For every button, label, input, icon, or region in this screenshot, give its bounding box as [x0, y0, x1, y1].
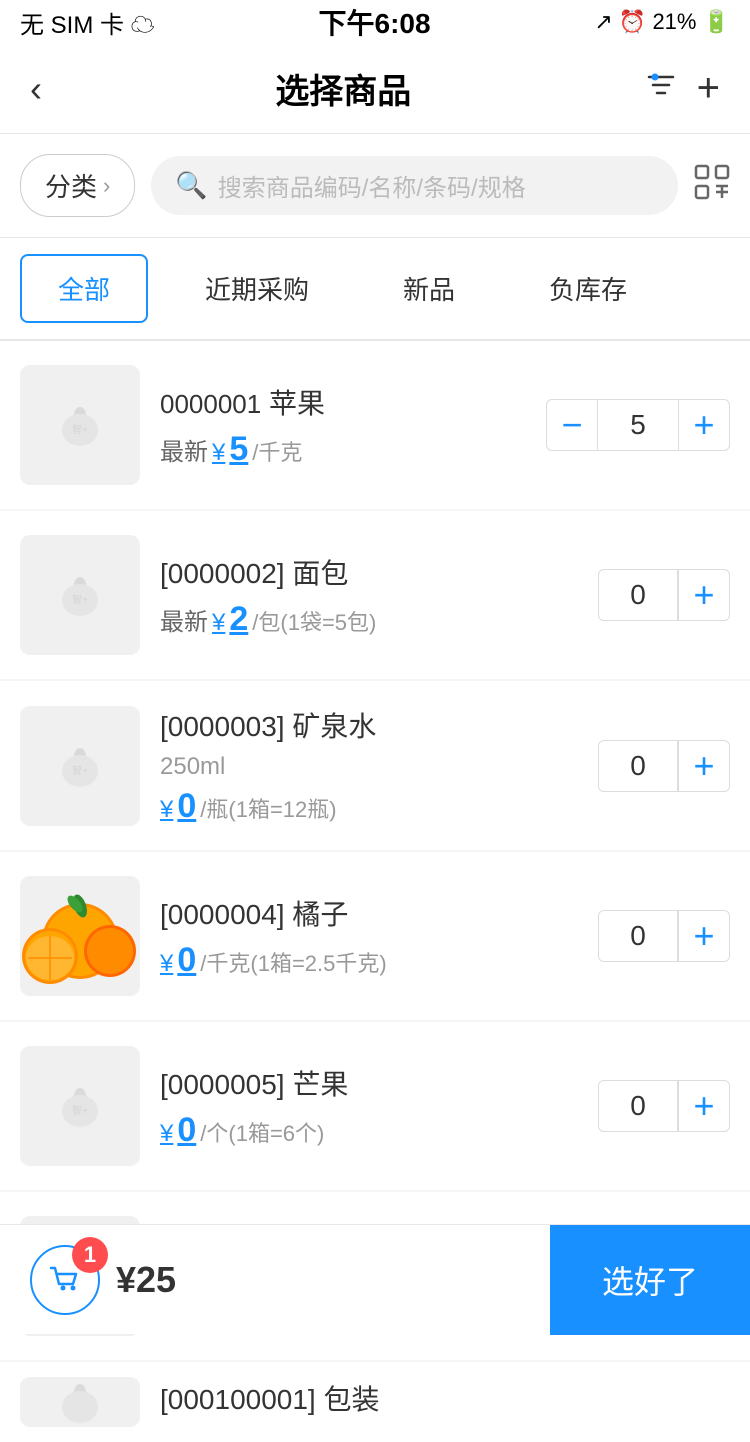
qty-input-0000001[interactable] — [598, 399, 678, 451]
tab-negative-stock[interactable]: 负库存 — [512, 255, 664, 322]
product-image-0000001: 智+ — [20, 365, 140, 485]
filter-row: 分类 › 🔍 搜索商品编码/名称/条码/规格 — [0, 134, 750, 238]
cart-section: 1 ¥25 — [0, 1245, 550, 1315]
tab-row: 全部 近期采购 新品 负库存 — [0, 238, 750, 341]
add-button[interactable]: + — [697, 66, 720, 111]
qty-minus-0000001[interactable]: − — [546, 399, 598, 451]
product-info-0000001: 0000001 苹果 最新 ¥ 5 /千克 — [160, 382, 526, 469]
product-item-0000003: 智+ [0000003] 矿泉水 250ml ¥ 0 /瓶(1箱=12瓶) 0 … — [0, 681, 750, 850]
product-name-0000004: [0000004] 橘子 — [160, 893, 578, 933]
product-price-0000005: ¥ 0 /个(1箱=6个) — [160, 1111, 578, 1150]
svg-text:智+: 智+ — [72, 423, 88, 436]
product-item-0000004: [0000004] 橘子 ¥ 0 /千克(1箱=2.5千克) 0 + — [0, 852, 750, 1020]
product-image-0000002: 智+ — [20, 535, 140, 655]
product-item-0000005: 智+ [0000005] 芒果 ¥ 0 /个(1箱=6个) 0 + — [0, 1022, 750, 1190]
product-name-partial: [000100001] 包装 — [160, 1378, 730, 1418]
category-label: 分类 — [45, 167, 97, 204]
status-bar: 无 SIM 卡 ☁ 下午6:08 ↗ ⏰ 21% 🔋 — [0, 0, 750, 44]
cart-badge: 1 — [72, 1237, 108, 1273]
confirm-button[interactable]: 选好了 — [550, 1225, 750, 1335]
qty-plus-0000001[interactable]: + — [678, 399, 730, 451]
tab-all[interactable]: 全部 — [20, 254, 148, 323]
qty-value-0000003: 0 — [598, 740, 678, 792]
qty-value-0000002: 0 — [598, 569, 678, 621]
product-spec-0000003: 250ml — [160, 753, 578, 781]
product-price-0000004: ¥ 0 /千克(1箱=2.5千克) — [160, 941, 578, 980]
search-icon: 🔍 — [175, 170, 207, 201]
qty-control-0000002: 0 + — [598, 569, 730, 621]
product-item-partial: [000100001] 包装 — [0, 1362, 750, 1442]
product-item-0000001: 智+ 0000001 苹果 最新 ¥ 5 /千克 − + — [0, 341, 750, 509]
qty-control-0000004: 0 + — [598, 910, 730, 962]
chevron-right-icon: › — [103, 173, 110, 199]
status-battery: ↗ ⏰ 21% 🔋 — [594, 9, 730, 35]
product-price-0000003: ¥ 0 /瓶(1箱=12瓶) — [160, 787, 578, 826]
product-price-0000002: 最新 ¥ 2 /包(1袋=5包) — [160, 600, 578, 639]
filter-icon[interactable] — [645, 69, 677, 109]
qty-control-0000003: 0 + — [598, 740, 730, 792]
product-info-0000004: [0000004] 橘子 ¥ 0 /千克(1箱=2.5千克) — [160, 893, 578, 980]
search-box[interactable]: 🔍 搜索商品编码/名称/条码/规格 — [151, 156, 678, 215]
qty-value-0000005: 0 — [598, 1080, 678, 1132]
product-info-0000005: [0000005] 芒果 ¥ 0 /个(1箱=6个) — [160, 1063, 578, 1150]
scan-icon[interactable] — [694, 164, 730, 208]
bottom-bar: 1 ¥25 选好了 — [0, 1224, 750, 1334]
product-image-0000003: 智+ — [20, 706, 140, 826]
product-item-0000002: 智+ [0000002] 面包 最新 ¥ 2 /包(1袋=5包) 0 + — [0, 511, 750, 679]
product-name-0000005: [0000005] 芒果 — [160, 1063, 578, 1103]
page-title: 选择商品 — [275, 64, 411, 113]
product-image-partial — [20, 1377, 140, 1427]
qty-value-0000004: 0 — [598, 910, 678, 962]
qty-plus-0000004[interactable]: + — [678, 910, 730, 962]
status-left: 无 SIM 卡 ☁ — [20, 5, 155, 40]
product-info-0000003: [0000003] 矿泉水 250ml ¥ 0 /瓶(1箱=12瓶) — [160, 705, 578, 826]
cart-icon-wrap[interactable]: 1 — [30, 1245, 100, 1315]
product-name-0000001: 0000001 苹果 — [160, 382, 526, 422]
qty-plus-0000002[interactable]: + — [678, 569, 730, 621]
qty-plus-0000005[interactable]: + — [678, 1080, 730, 1132]
tab-new[interactable]: 新品 — [366, 255, 492, 322]
cart-total: ¥25 — [116, 1259, 176, 1301]
product-image-0000005: 智+ — [20, 1046, 140, 1166]
qty-control-0000001: − + — [546, 399, 730, 451]
product-price-0000001: 最新 ¥ 5 /千克 — [160, 430, 526, 469]
product-name-0000003: [0000003] 矿泉水 — [160, 705, 578, 745]
status-time: 下午6:08 — [319, 2, 431, 42]
product-image-0000004 — [20, 876, 140, 996]
product-info-partial: [000100001] 包装 — [160, 1378, 730, 1426]
product-name-0000002: [0000002] 面包 — [160, 552, 578, 592]
status-sim: 无 SIM 卡 ☁ — [20, 5, 155, 40]
qty-control-0000005: 0 + — [598, 1080, 730, 1132]
status-right: ↗ ⏰ 21% 🔋 — [594, 9, 730, 35]
search-placeholder: 搜索商品编码/名称/条码/规格 — [218, 168, 526, 203]
svg-text:智+: 智+ — [72, 764, 88, 777]
qty-plus-0000003[interactable]: + — [678, 740, 730, 792]
back-button[interactable]: ‹ — [30, 68, 42, 110]
svg-text:智+: 智+ — [72, 1104, 88, 1117]
product-info-0000002: [0000002] 面包 最新 ¥ 2 /包(1袋=5包) — [160, 552, 578, 639]
nav-left: ‹ — [30, 68, 42, 110]
tab-recent[interactable]: 近期采购 — [168, 255, 346, 322]
category-button[interactable]: 分类 › — [20, 154, 135, 217]
nav-bar: ‹ 选择商品 + — [0, 44, 750, 134]
nav-right: + — [645, 66, 720, 111]
svg-text:智+: 智+ — [72, 593, 88, 606]
